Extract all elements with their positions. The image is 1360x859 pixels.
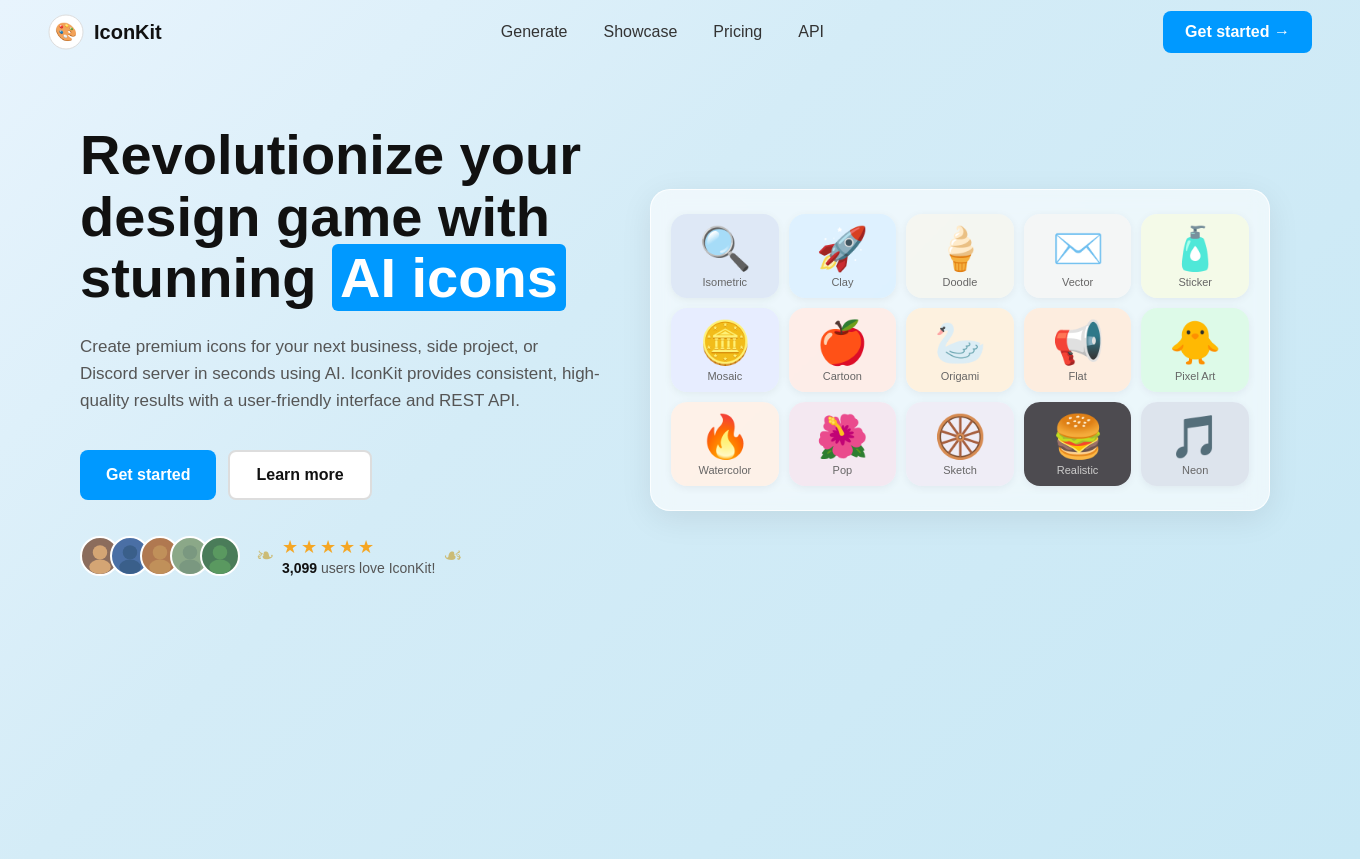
user-count: 3,099: [282, 560, 317, 576]
neon-label: Neon: [1182, 464, 1208, 476]
nav-get-started-button[interactable]: Get started →: [1163, 11, 1312, 53]
icon-cell-pop: 🌺 Pop: [789, 402, 897, 486]
isometric-emoji: 🔍: [699, 228, 751, 270]
hero-left: Revolutionize your design game with stun…: [80, 124, 600, 576]
mosaic-label: Mosaic: [707, 370, 742, 382]
social-proof: ❧ ★ ★ ★ ★ ★ 3,099 users love IconKit! ☙: [80, 536, 600, 576]
logo-text: IconKit: [94, 21, 162, 44]
laurel-right-icon: ☙: [443, 543, 463, 569]
icon-cell-realistic: 🍔 Realistic: [1024, 402, 1132, 486]
sketch-emoji: 🛞: [934, 416, 986, 458]
svg-point-2: [93, 546, 107, 560]
svg-point-3: [89, 560, 111, 574]
star-2: ★: [301, 536, 317, 558]
nav-api[interactable]: API: [798, 23, 824, 40]
pixelart-emoji: 🐥: [1169, 322, 1221, 364]
cartoon-emoji: 🍎: [816, 322, 868, 364]
rating-text: 3,099 users love IconKit!: [282, 560, 435, 576]
clay-label: Clay: [831, 276, 853, 288]
icon-cell-clay: 🚀 Clay: [789, 214, 897, 298]
sticker-emoji: 🧴: [1169, 228, 1221, 270]
sticker-label: Sticker: [1178, 276, 1212, 288]
origami-emoji: 🦢: [934, 322, 986, 364]
icon-cell-sketch: 🛞 Sketch: [906, 402, 1014, 486]
hero-title-line2: design game with: [80, 185, 550, 248]
svg-point-7: [149, 560, 171, 574]
watercolor-label: Watercolor: [698, 464, 751, 476]
icon-cell-vector: ✉️ Vector: [1024, 214, 1132, 298]
isometric-label: Isometric: [702, 276, 747, 288]
icon-cell-pixelart: 🐥 Pixel Art: [1141, 308, 1249, 392]
hero-buttons: Get started Learn more: [80, 450, 600, 500]
nav-generate[interactable]: Generate: [501, 23, 568, 40]
realistic-emoji: 🍔: [1052, 416, 1104, 458]
pop-label: Pop: [833, 464, 853, 476]
icon-cell-isometric: 🔍 Isometric: [671, 214, 779, 298]
clay-emoji: 🚀: [816, 228, 868, 270]
user-avatars: [80, 536, 240, 576]
navbar: 🎨 IconKit Generate Showcase Pricing API …: [0, 0, 1360, 64]
star-rating: ★ ★ ★ ★ ★: [282, 536, 435, 558]
icon-cell-cartoon: 🍎 Cartoon: [789, 308, 897, 392]
icon-cell-neon: 🎵 Neon: [1141, 402, 1249, 486]
svg-point-10: [213, 546, 227, 560]
logo-icon: 🎨: [48, 14, 84, 50]
icon-cell-watercolor: 🔥 Watercolor: [671, 402, 779, 486]
icon-cell-flat: 📢 Flat: [1024, 308, 1132, 392]
icon-cell-mosaic: 🪙 Mosaic: [671, 308, 779, 392]
hero-title-line3-normal: stunning: [80, 246, 332, 309]
vector-label: Vector: [1062, 276, 1093, 288]
svg-point-5: [119, 560, 141, 574]
hero-learn-more-button[interactable]: Learn more: [228, 450, 371, 500]
icon-grid: 🔍 Isometric 🚀 Clay 🍦 Doodle ✉️ Vector 🧴: [671, 214, 1249, 486]
origami-label: Origami: [941, 370, 980, 382]
nav-showcase[interactable]: Showcase: [604, 23, 678, 40]
hero-title: Revolutionize your design game with stun…: [80, 124, 600, 309]
icon-cell-doodle: 🍦 Doodle: [906, 214, 1014, 298]
svg-point-4: [123, 546, 137, 560]
icon-showcase: 🔍 Isometric 🚀 Clay 🍦 Doodle ✉️ Vector 🧴: [650, 189, 1270, 511]
logo-link[interactable]: 🎨 IconKit: [48, 14, 162, 50]
icon-cell-origami: 🦢 Origami: [906, 308, 1014, 392]
svg-text:🎨: 🎨: [55, 21, 78, 43]
users-label: users love IconKit!: [321, 560, 435, 576]
hero-section: Revolutionize your design game with stun…: [0, 64, 1360, 616]
pop-emoji: 🌺: [816, 416, 868, 458]
pixelart-label: Pixel Art: [1175, 370, 1215, 382]
star-4: ★: [339, 536, 355, 558]
nav-links: Generate Showcase Pricing API: [501, 23, 824, 41]
hero-description: Create premium icons for your next busin…: [80, 333, 600, 415]
neon-emoji: 🎵: [1169, 416, 1221, 458]
sketch-label: Sketch: [943, 464, 977, 476]
cartoon-label: Cartoon: [823, 370, 862, 382]
hero-title-line1: Revolutionize your: [80, 123, 581, 186]
icon-cell-sticker: 🧴 Sticker: [1141, 214, 1249, 298]
nav-pricing[interactable]: Pricing: [713, 23, 762, 40]
mosaic-emoji: 🪙: [699, 322, 751, 364]
flat-label: Flat: [1068, 370, 1086, 382]
svg-point-9: [179, 560, 201, 574]
hero-get-started-button[interactable]: Get started: [80, 450, 216, 500]
vector-emoji: ✉️: [1052, 228, 1104, 270]
realistic-label: Realistic: [1057, 464, 1099, 476]
hero-right: 🔍 Isometric 🚀 Clay 🍦 Doodle ✉️ Vector 🧴: [640, 189, 1280, 511]
svg-point-11: [209, 560, 231, 574]
laurel-award: ❧ ★ ★ ★ ★ ★ 3,099 users love IconKit! ☙: [256, 536, 463, 576]
star-1: ★: [282, 536, 298, 558]
flat-emoji: 📢: [1052, 322, 1104, 364]
laurel-left-icon: ❧: [256, 543, 274, 569]
svg-point-8: [183, 546, 197, 560]
rating-info: ★ ★ ★ ★ ★ 3,099 users love IconKit!: [282, 536, 435, 576]
watercolor-emoji: 🔥: [699, 416, 751, 458]
doodle-emoji: 🍦: [934, 228, 986, 270]
star-5: ★: [358, 536, 374, 558]
svg-point-6: [153, 546, 167, 560]
star-3: ★: [320, 536, 336, 558]
hero-title-highlight: AI icons: [332, 244, 566, 311]
doodle-label: Doodle: [943, 276, 978, 288]
avatar: [200, 536, 240, 576]
